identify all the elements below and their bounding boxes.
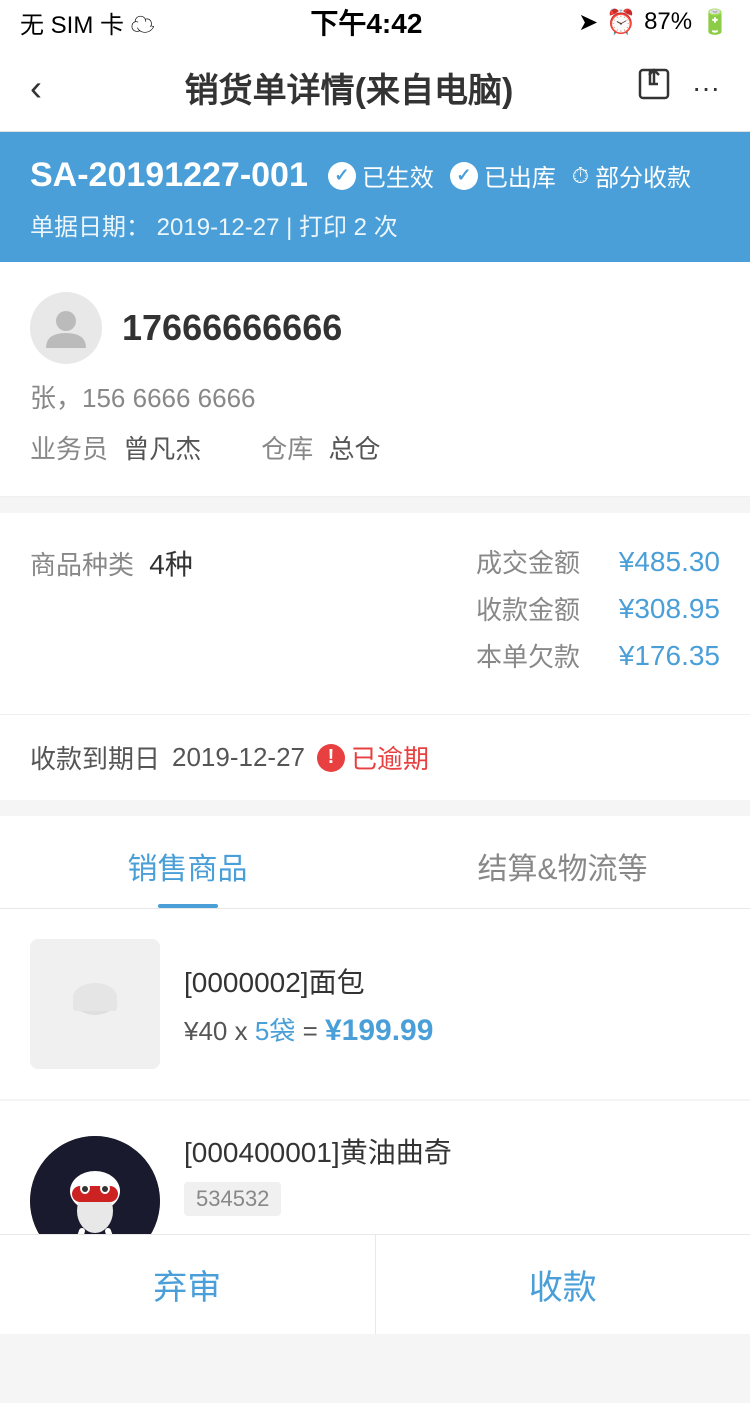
section-divider-2 xyxy=(0,800,750,816)
order-date-value: 2019-12-27 xyxy=(157,214,280,241)
product-eq-1: = xyxy=(303,1016,325,1046)
section-divider-1 xyxy=(0,497,750,513)
amount-summary: 成交金额 ¥485.30 收款金额 ¥308.95 本单欠款 ¥176.35 xyxy=(476,543,720,684)
tab-settlement[interactable]: 结算&物流等 xyxy=(375,816,750,908)
warehouse-name: 总仓 xyxy=(329,434,381,464)
nav-bar: ‹ 销货单详情(来自电脑) ··· xyxy=(0,44,750,132)
share-icon[interactable] xyxy=(636,66,672,109)
overdue-icon: ! xyxy=(317,744,345,772)
warehouse-field: 仓库 总仓 xyxy=(261,429,380,466)
order-header: SA-20191227-001 ✓ 已生效 ✓ 已出库 ⏱ 部分收款 单据日期：… xyxy=(0,132,750,262)
product-item-1: [0000002]面包 ¥40 x 5袋 = ¥199.99 xyxy=(0,909,750,1099)
sales-name: 曾凡杰 xyxy=(123,434,201,464)
product-unit-price-1: ¥40 xyxy=(184,1016,227,1046)
type-count: 4种 xyxy=(149,549,193,580)
due-date-section: 收款到期日 2019-12-27 ! 已逾期 xyxy=(0,714,750,800)
type-label: 商品种类 xyxy=(30,550,134,580)
tabs-bar: 销售商品 结算&物流等 xyxy=(0,816,750,909)
avatar xyxy=(30,292,102,364)
received-row: 收款金额 ¥308.95 xyxy=(476,590,720,627)
status-right: ➤ ⏰ 87% 🔋 xyxy=(578,8,730,37)
product-total-1: ¥199.99 xyxy=(325,1014,433,1047)
salesperson-field: 业务员 曾凡杰 xyxy=(30,429,201,466)
order-date-row: 单据日期： 2019-12-27 | 打印 2 次 xyxy=(30,207,720,242)
product-price-1: ¥40 x 5袋 = ¥199.99 xyxy=(184,1011,720,1048)
overdue-badge: ! 已逾期 xyxy=(317,739,429,776)
battery-icon: 🔋 xyxy=(700,8,730,37)
amount-value: ¥485.30 xyxy=(600,546,720,578)
status-bar: 无 SIM 卡 ☁ 下午4:42 ➤ ⏰ 87% 🔋 xyxy=(0,0,750,44)
summary-section: 商品种类 4种 成交金额 ¥485.30 收款金额 ¥308.95 本单欠款 ¥… xyxy=(0,513,750,714)
product-name-1: [0000002]面包 xyxy=(184,961,720,1001)
product-x-1: x xyxy=(235,1016,255,1046)
sales-label: 业务员 xyxy=(30,434,108,464)
page-title: 销货单详情(来自电脑) xyxy=(62,63,636,112)
check-icon-1: ✓ xyxy=(328,162,356,190)
alarm-icon: ⏰ xyxy=(606,8,636,37)
product-name-2: [000400001]黄油曲奇 xyxy=(184,1131,720,1171)
sim-status: 无 SIM 卡 ☁ xyxy=(20,5,155,40)
due-date-value: 2019-12-27 xyxy=(172,742,305,773)
customer-meta: 业务员 曾凡杰 仓库 总仓 xyxy=(30,429,720,466)
check-icon-2: ✓ xyxy=(450,162,478,190)
battery-status: 87% xyxy=(644,8,692,36)
cancel-audit-button[interactable]: 弃审 xyxy=(0,1235,376,1334)
status-left: 无 SIM 卡 ☁ xyxy=(20,5,155,40)
debt-row: 本单欠款 ¥176.35 xyxy=(476,637,720,674)
status-time: 下午4:42 xyxy=(310,2,422,42)
product-type-summary: 商品种类 4种 xyxy=(30,543,193,583)
tab-sales-label: 销售商品 xyxy=(128,853,248,886)
back-button[interactable]: ‹ xyxy=(30,67,62,109)
customer-contact: 张，156 6666 6666 xyxy=(30,378,720,415)
order-print-info: 打印 2 次 xyxy=(299,214,398,241)
tab-sales-products[interactable]: 销售商品 xyxy=(0,816,375,908)
customer-section: 17666666666 张，156 6666 6666 业务员 曾凡杰 仓库 总… xyxy=(0,262,750,497)
product-qty-1: 5袋 xyxy=(255,1016,295,1046)
order-divider: | xyxy=(286,214,299,241)
debt-label: 本单欠款 xyxy=(476,637,580,674)
debt-value: ¥176.35 xyxy=(600,640,720,672)
order-id: SA-20191227-001 xyxy=(30,156,308,195)
bottom-bar: 弃审 收款 xyxy=(0,1234,750,1334)
order-date-label: 单据日期： xyxy=(30,214,150,241)
collect-payment-button[interactable]: 收款 xyxy=(376,1235,750,1334)
status-activated: ✓ 已生效 xyxy=(328,158,434,193)
product-sku-2: 534532 xyxy=(184,1182,281,1216)
nav-right-actions: ··· xyxy=(636,66,720,109)
status-activated-label: 已生效 xyxy=(362,158,434,193)
status-partial-payment: ⏱ 部分收款 xyxy=(572,158,691,193)
overdue-label: 已逾期 xyxy=(351,739,429,776)
received-value: ¥308.95 xyxy=(600,593,720,625)
clock-icon: ⏱ xyxy=(572,163,589,189)
due-date-label: 收款到期日 xyxy=(30,739,160,776)
tab-settlement-label: 结算&物流等 xyxy=(477,853,647,886)
status-shipped-label: 已出库 xyxy=(484,158,556,193)
location-icon: ➤ xyxy=(578,8,598,37)
warehouse-label: 仓库 xyxy=(261,434,313,464)
more-icon[interactable]: ··· xyxy=(692,72,720,104)
amount-row: 成交金额 ¥485.30 xyxy=(476,543,720,580)
received-label: 收款金额 xyxy=(476,590,580,627)
customer-id: 17666666666 xyxy=(122,307,342,349)
order-status-tags: ✓ 已生效 ✓ 已出库 ⏱ 部分收款 xyxy=(328,158,691,193)
status-partial-label: 部分收款 xyxy=(595,158,691,193)
status-shipped: ✓ 已出库 xyxy=(450,158,556,193)
product-info-1: [0000002]面包 ¥40 x 5袋 = ¥199.99 xyxy=(184,961,720,1048)
amount-label: 成交金额 xyxy=(476,543,580,580)
product-thumb-1 xyxy=(30,939,160,1069)
